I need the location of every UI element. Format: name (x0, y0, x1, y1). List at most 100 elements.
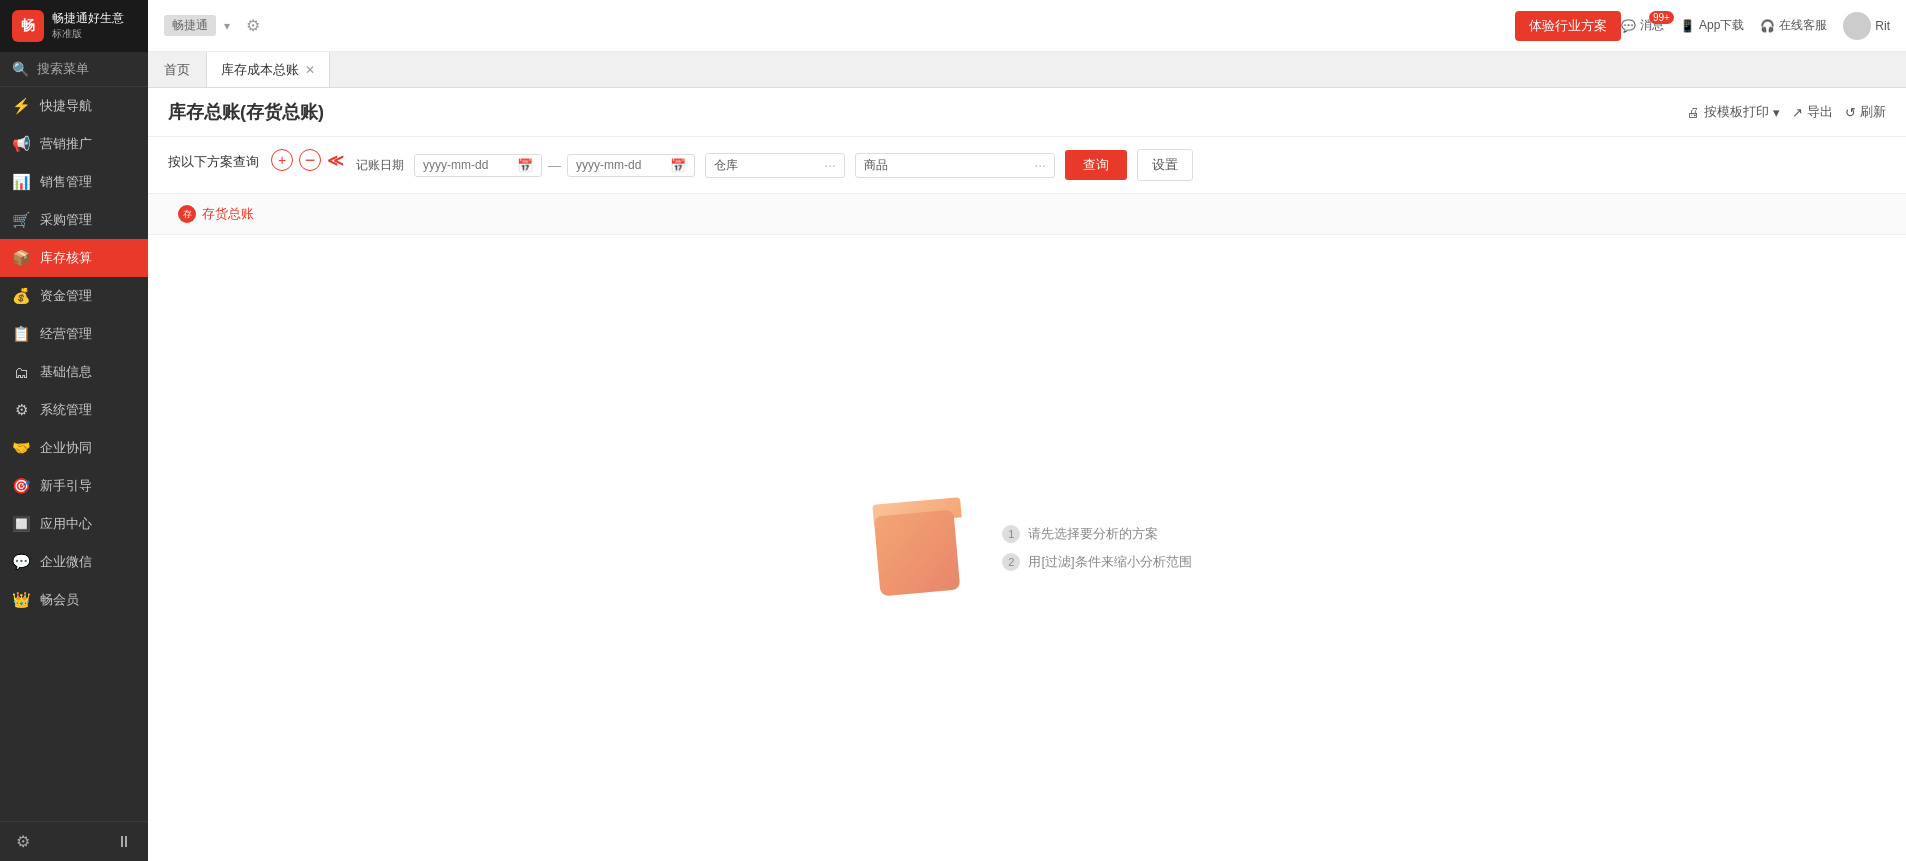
scheme-item-icon: 存 (178, 205, 196, 223)
app-download-label: App下载 (1699, 17, 1744, 34)
sidebar-item-sales[interactable]: 📊 销售管理 (0, 163, 148, 201)
tabbar: 首页 库存成本总账 ✕ (148, 52, 1906, 88)
app-download-icon: 📱 (1680, 19, 1695, 33)
app-logo-icon: 畅 (12, 10, 44, 42)
filter-add-btns: + − ≪ (271, 149, 344, 171)
hint-text-2: 用[过滤]条件来缩小分析范围 (1028, 553, 1191, 571)
sidebar-item-inventory[interactable]: 📦 库存核算 (0, 239, 148, 277)
cooperation-icon: 🤝 (12, 439, 30, 457)
empty-hint-item-2: 2 用[过滤]条件来缩小分析范围 (1002, 553, 1191, 571)
sales-icon: 📊 (12, 173, 30, 191)
hint-text-1: 请先选择要分析的方案 (1028, 525, 1158, 543)
sidebar-item-cooperation[interactable]: 🤝 企业协同 (0, 429, 148, 467)
query-btn[interactable]: 查询 (1065, 150, 1127, 180)
marketing-icon: 📢 (12, 135, 30, 153)
basic-icon: 🗂 (12, 364, 30, 381)
refresh-btn[interactable]: ↺ 刷新 (1845, 103, 1886, 121)
online-service-label: 在线客服 (1779, 17, 1827, 34)
app-download-btn[interactable]: 📱 App下载 (1680, 17, 1744, 34)
sidebar-item-purchase[interactable]: 🛒 采购管理 (0, 201, 148, 239)
empty-box (874, 510, 961, 597)
sidebar-item-apps[interactable]: 🔲 应用中心 (0, 505, 148, 543)
operation-icon: 📋 (12, 325, 30, 343)
sidebar-item-guide[interactable]: 🎯 新手引导 (0, 467, 148, 505)
filter-collapse-btn[interactable]: ≪ (327, 151, 344, 170)
warehouse-more-icon[interactable]: ··· (824, 157, 836, 173)
sidebar-search-label: 搜索菜单 (37, 60, 89, 78)
sidebar-item-operation[interactable]: 📋 经营管理 (0, 315, 148, 353)
member-icon: 👑 (12, 591, 30, 609)
sidebar-search[interactable]: 🔍 搜索菜单 (0, 52, 148, 87)
date-separator: — (548, 158, 561, 173)
scheme-item-inventory[interactable]: 存 存货总账 (168, 200, 264, 228)
product-label: 商品 (864, 157, 888, 174)
filter-row-1: 记账日期 📅 — 📅 仓库 (356, 149, 1886, 181)
product-select[interactable]: 商品 ··· (855, 153, 1055, 178)
page-content: 库存总账(存货总账) 🖨 按模板打印 ▾ ↗ 导出 ↺ 刷新 按以下方案查询 (148, 88, 1906, 861)
apps-icon: 🔲 (12, 515, 30, 533)
product-more-icon[interactable]: ··· (1034, 157, 1046, 173)
topbar-gear-icon[interactable]: ⚙ (246, 16, 260, 35)
sidebar-item-member[interactable]: 👑 畅会员 (0, 581, 148, 619)
guide-icon: 🎯 (12, 477, 30, 495)
system-icon: ⚙ (12, 401, 30, 419)
topbar: 畅捷通 ▾ ⚙ 体验行业方案 💬 消息 99+ 📱 App下载 🎧 在线客服 R… (148, 0, 1906, 52)
sidebar-item-quick-nav[interactable]: ⚡ 快捷导航 (0, 87, 148, 125)
wechat-icon: 💬 (12, 553, 30, 571)
inventory-icon: 📦 (12, 249, 30, 267)
print-dropdown-icon: ▾ (1773, 105, 1780, 120)
tab-close-icon[interactable]: ✕ (305, 63, 315, 77)
user-avatar-btn[interactable]: Rit (1843, 12, 1890, 40)
print-icon: 🖨 (1687, 105, 1700, 120)
topbar-breadcrumb: 畅捷通 ▾ ⚙ (164, 15, 1499, 36)
date-start-input[interactable] (423, 158, 513, 172)
filter-label: 按以下方案查询 (168, 153, 259, 171)
audio-footer-icon[interactable]: ⏸ (116, 833, 132, 851)
scheme-list: 存 存货总账 (148, 194, 1906, 235)
page-header: 库存总账(存货总账) 🖨 按模板打印 ▾ ↗ 导出 ↺ 刷新 (148, 88, 1906, 137)
industry-btn[interactable]: 体验行业方案 (1515, 11, 1621, 41)
tab-inventory-ledger[interactable]: 库存成本总账 ✕ (207, 52, 330, 87)
topbar-right: 💬 消息 99+ 📱 App下载 🎧 在线客服 Rit (1621, 12, 1890, 40)
breadcrumb-current: 畅捷通 (164, 15, 216, 36)
warehouse-label: 仓库 (714, 157, 738, 174)
sidebar-item-wechat[interactable]: 💬 企业微信 (0, 543, 148, 581)
sidebar-logo: 畅 畅捷通好生意 标准版 (0, 0, 148, 52)
refresh-icon: ↺ (1845, 105, 1856, 120)
avatar (1843, 12, 1871, 40)
export-btn[interactable]: ↗ 导出 (1792, 103, 1833, 121)
settings-footer-icon[interactable]: ⚙ (16, 832, 30, 851)
empty-hint: 1 请先选择要分析的方案 2 用[过滤]条件来缩小分析范围 (1002, 525, 1191, 571)
tab-home[interactable]: 首页 (148, 52, 207, 87)
date-range: 📅 — 📅 (414, 154, 695, 177)
warehouse-select[interactable]: 仓库 ··· (705, 153, 845, 178)
empty-hint-item-1: 1 请先选择要分析的方案 (1002, 525, 1191, 543)
hint-num-2: 2 (1002, 553, 1020, 571)
sidebar-item-system[interactable]: ⚙ 系统管理 (0, 391, 148, 429)
online-service-btn[interactable]: 🎧 在线客服 (1760, 17, 1827, 34)
page-header-actions: 🖨 按模板打印 ▾ ↗ 导出 ↺ 刷新 (1687, 103, 1886, 121)
sidebar-item-finance[interactable]: 💰 资金管理 (0, 277, 148, 315)
filter-remove-btn[interactable]: − (299, 149, 321, 171)
sidebar-nav: ⚡ 快捷导航 📢 营销推广 📊 销售管理 🛒 采购管理 📦 库存核算 💰 资金管… (0, 87, 148, 821)
sidebar-footer: ⚙ ⏸ (0, 821, 148, 861)
hint-num-1: 1 (1002, 525, 1020, 543)
purchase-icon: 🛒 (12, 211, 30, 229)
date-end-wrap: 📅 (567, 154, 695, 177)
settings-btn[interactable]: 设置 (1137, 149, 1193, 181)
calendar-start-icon[interactable]: 📅 (517, 158, 533, 173)
message-btn[interactable]: 💬 消息 99+ (1621, 17, 1664, 34)
message-badge: 99+ (1649, 11, 1674, 24)
empty-illustration (862, 493, 972, 603)
calendar-end-icon[interactable]: 📅 (670, 158, 686, 173)
service-icon: 🎧 (1760, 19, 1775, 33)
finance-icon: 💰 (12, 287, 30, 305)
sidebar-item-marketing[interactable]: 📢 营销推广 (0, 125, 148, 163)
sidebar-item-basic[interactable]: 🗂 基础信息 (0, 353, 148, 391)
scheme-item-label: 存货总账 (202, 205, 254, 223)
filter-add-btn[interactable]: + (271, 149, 293, 171)
date-end-input[interactable] (576, 158, 666, 172)
print-btn[interactable]: 🖨 按模板打印 ▾ (1687, 103, 1780, 121)
app-logo-text: 畅捷通好生意 标准版 (52, 11, 124, 41)
breadcrumb-arrow-icon[interactable]: ▾ (224, 19, 230, 33)
